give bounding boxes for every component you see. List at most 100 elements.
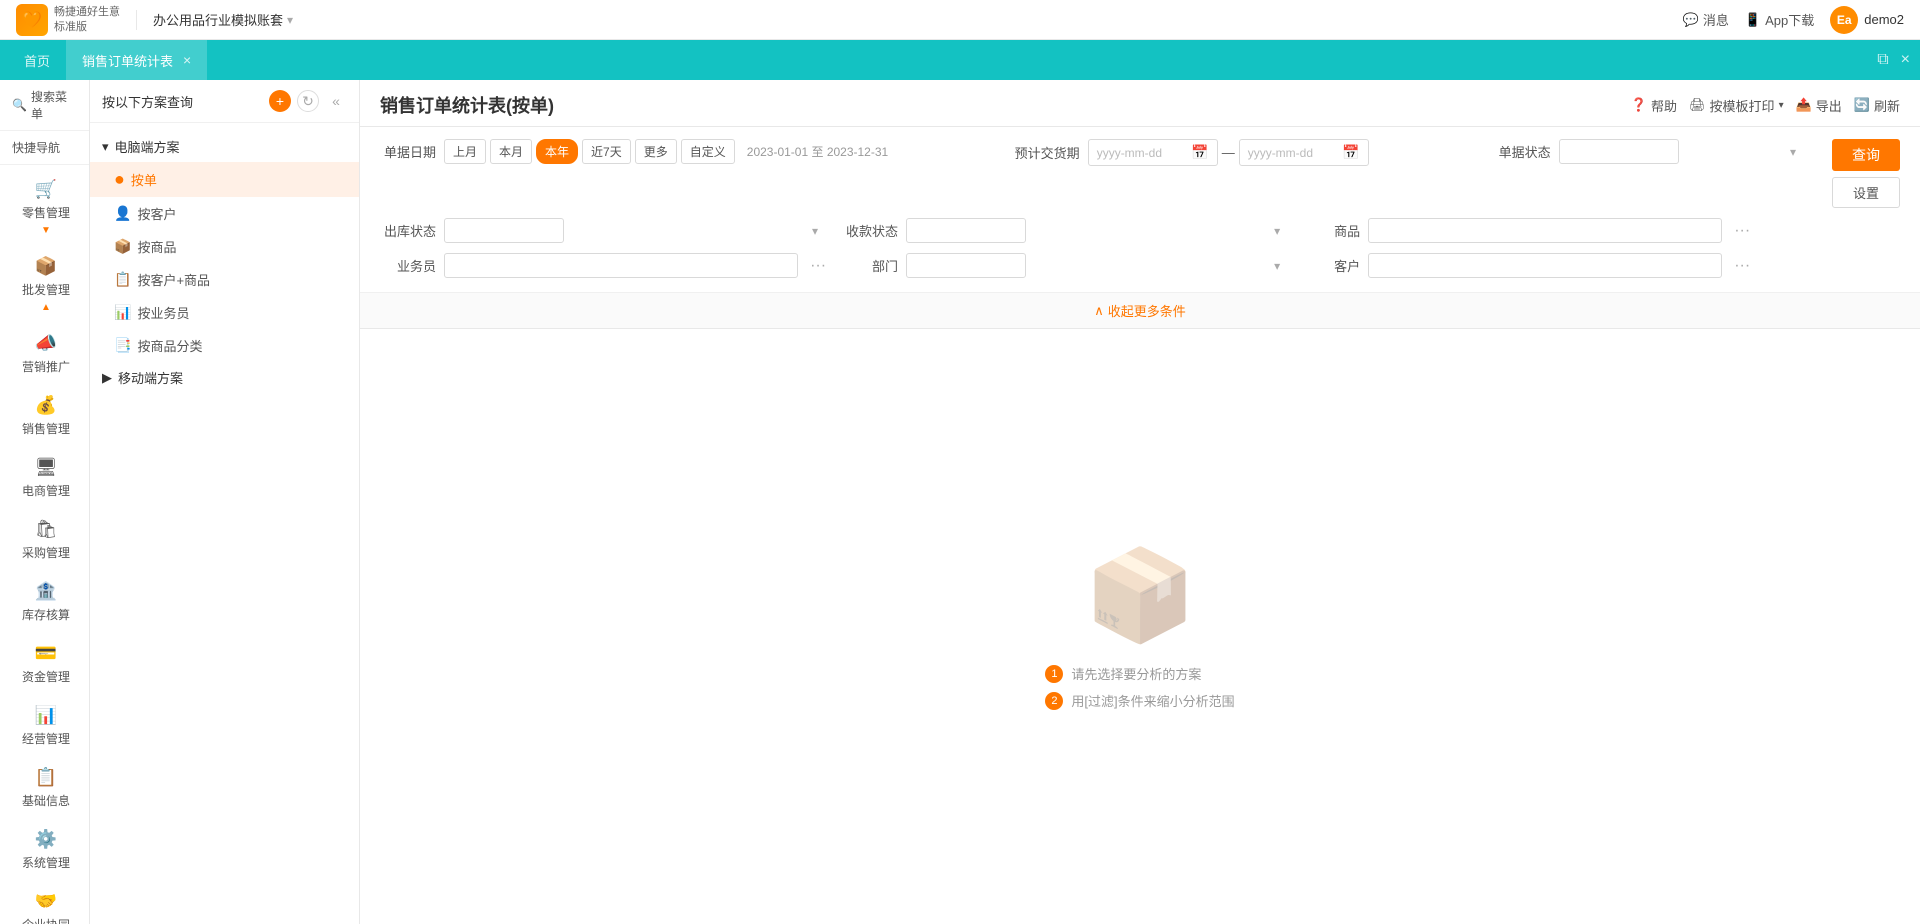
date-7days-btn[interactable]: 近7天 [582, 139, 631, 164]
page-header: 销售订单统计表(按单) ❓ 帮助 🖨 按模板打印 ▾ 📤 导出 [360, 80, 1920, 127]
tip-2-text: 用[过滤]条件来缩小分析范围 [1071, 691, 1234, 710]
collapse-conditions-btn[interactable]: ∧ 收起更多条件 [1094, 301, 1186, 320]
left-panel-header: 按以下方案查询 + ↻ « [90, 80, 359, 123]
tree-item-by-order[interactable]: ● 按单 [90, 162, 359, 197]
wholesale-icon: 📦 [35, 256, 57, 277]
expected-date-end[interactable]: yyyy-mm-dd 📅 [1239, 139, 1369, 166]
sidebar-item-wholesale[interactable]: 📦 批发管理 ▲ [0, 246, 89, 323]
customer-scheme-icon: 👤 [114, 205, 131, 222]
dept-select[interactable] [906, 253, 1026, 278]
add-scheme-btn[interactable]: + [269, 90, 291, 112]
goods-input[interactable] [1368, 218, 1722, 243]
app-title[interactable]: 办公用品行业模拟账套 ▾ [153, 10, 293, 29]
tree-item-by-customer-goods[interactable]: 📋 按客户+商品 [90, 263, 359, 296]
sidebar-item-system[interactable]: ⚙️ 系统管理 [0, 819, 89, 881]
dropdown-icon[interactable]: ▾ [287, 13, 293, 27]
filter-dept-col: 部门 [842, 253, 1288, 278]
customer-more-btn[interactable]: ··· [1734, 258, 1750, 274]
customer-input[interactable] [1368, 253, 1722, 278]
status-select[interactable] [1559, 139, 1679, 164]
app-download-btn[interactable]: 📱 App下载 [1745, 10, 1814, 29]
date-this-month-btn[interactable]: 本月 [490, 139, 532, 164]
date-this-year-btn[interactable]: 本年 [536, 139, 578, 164]
out-status-label: 出库状态 [380, 221, 436, 240]
sidebar-item-ops[interactable]: 📊 经营管理 [0, 695, 89, 757]
date-custom-btn[interactable]: 自定义 [681, 139, 735, 164]
sidebar-item-sales[interactable]: 💰 销售管理 [0, 385, 89, 447]
salesperson-input[interactable] [444, 253, 798, 278]
refresh-icon: 🔄 [1854, 97, 1870, 113]
sidebar-item-finance[interactable]: 💳 资金管理 [0, 633, 89, 695]
tab-home[interactable]: 首页 [8, 40, 66, 80]
tree-group-mobile[interactable]: ▶ 移动端方案 [90, 362, 359, 393]
tab-bar: 首页 销售订单统计表 × ⧉ × [0, 40, 1920, 80]
calendar-icon-start: 📅 [1191, 144, 1208, 161]
dept-label: 部门 [842, 256, 898, 275]
goods-scheme-icon: 📦 [114, 238, 131, 255]
out-status-select[interactable] [444, 218, 564, 243]
window-restore-btn[interactable]: ⧉ [1875, 49, 1890, 71]
sidebar-search-menu[interactable]: 🔍 搜索菜单 [0, 80, 89, 131]
message-icon: 💬 [1683, 12, 1699, 28]
export-icon: 📤 [1796, 97, 1812, 113]
sidebar-quick-nav[interactable]: 快捷导航 [0, 131, 89, 165]
tree-item-by-salesperson[interactable]: 📊 按业务员 [90, 296, 359, 329]
purchase-icon: 🛍 [35, 519, 58, 540]
date-last-month-btn[interactable]: 上月 [444, 139, 486, 164]
sidebar-item-purchase[interactable]: 🛍 采购管理 [0, 509, 89, 571]
calendar-icon-end: 📅 [1342, 144, 1359, 161]
date-filter-group: 上月 本月 本年 近7天 更多 自定义 [444, 139, 735, 164]
refresh-scheme-btn[interactable]: ↻ [297, 90, 319, 112]
window-close-btn[interactable]: × [1899, 49, 1912, 71]
date-more-btn[interactable]: 更多 [635, 139, 677, 164]
top-bar: 🧡 畅捷通好生意 标准版 办公用品行业模拟账套 ▾ 💬 消息 📱 App下载 E… [0, 0, 1920, 40]
tree-item-by-category[interactable]: 📑 按商品分类 [90, 329, 359, 362]
tab-bar-controls: ⧉ × [1875, 49, 1912, 71]
salesperson-more-btn[interactable]: ··· [810, 258, 826, 274]
search-icon: 🔍 [12, 98, 27, 112]
print-btn[interactable]: 🖨 按模板打印 ▾ [1689, 96, 1784, 115]
print-dropdown-icon: ▾ [1779, 100, 1784, 111]
export-btn[interactable]: 📤 导出 [1796, 96, 1842, 115]
tree-item-by-customer[interactable]: 👤 按客户 [90, 197, 359, 230]
tab-sales-stats[interactable]: 销售订单统计表 × [66, 40, 207, 80]
message-btn[interactable]: 💬 消息 [1683, 10, 1729, 29]
collapse-panel-btn[interactable]: « [325, 90, 347, 112]
sidebar-item-basic[interactable]: 📋 基础信息 [0, 757, 89, 819]
ecom-icon: 🖥 [35, 457, 58, 478]
sidebar-item-marketing[interactable]: 📣 营销推广 [0, 323, 89, 385]
sidebar-item-inventory[interactable]: 🏦 库存核算 [0, 571, 89, 633]
refresh-btn[interactable]: 🔄 刷新 [1854, 96, 1900, 115]
page-actions: ❓ 帮助 🖨 按模板打印 ▾ 📤 导出 🔄 刷新 [1631, 96, 1900, 115]
sidebar-item-retail[interactable]: 🛒 零售管理 ▼ [0, 169, 89, 246]
customer-label: 客户 [1304, 256, 1360, 275]
filter-status-col: 单据状态 [1495, 139, 1804, 164]
help-btn[interactable]: ❓ 帮助 [1631, 96, 1677, 115]
setting-btn[interactable]: 设置 [1832, 177, 1900, 208]
content-area: 按以下方案查询 + ↻ « ▾ 电脑端方案 ● 按单 👤 按客户 [90, 80, 1920, 924]
goods-more-btn[interactable]: ··· [1734, 223, 1750, 239]
basic-icon: 📋 [35, 767, 57, 788]
logo-area: 🧡 畅捷通好生意 标准版 [16, 4, 120, 36]
user-profile[interactable]: Ea demo2 [1830, 6, 1904, 34]
empty-tip-2: 2 用[过滤]条件来缩小分析范围 [1045, 691, 1234, 710]
left-panel-actions: + ↻ « [269, 90, 347, 112]
empty-illustration: 📦 [1084, 543, 1196, 648]
category-scheme-icon: 📑 [114, 337, 131, 354]
tree-item-by-goods[interactable]: 📦 按商品 [90, 230, 359, 263]
sidebar-item-ecom[interactable]: 🖥 电商管理 [0, 447, 89, 509]
empty-state: 📦 1 请先选择要分析的方案 2 用[过滤]条件来缩小分析范围 [360, 329, 1920, 924]
logo-icon: 🧡 [16, 4, 48, 36]
dept-wrapper [906, 253, 1288, 278]
tree-mobile-expand-icon: ▶ [102, 370, 112, 386]
sidebar-item-collab[interactable]: 🤝 企业协同 [0, 881, 89, 924]
receipt-status-select[interactable] [906, 218, 1026, 243]
tab-close-btn[interactable]: × [183, 52, 191, 68]
filter-row-2: 出库状态 收款状态 [380, 218, 1900, 243]
right-panel: 销售订单统计表(按单) ❓ 帮助 🖨 按模板打印 ▾ 📤 导出 [360, 80, 1920, 924]
query-btn[interactable]: 查询 [1832, 139, 1900, 171]
tree-group-pc[interactable]: ▾ 电脑端方案 [90, 131, 359, 162]
expected-date-start[interactable]: yyyy-mm-dd 📅 [1088, 139, 1218, 166]
action-buttons: 查询 设置 [1832, 139, 1900, 208]
customer-goods-icon: 📋 [114, 271, 131, 288]
